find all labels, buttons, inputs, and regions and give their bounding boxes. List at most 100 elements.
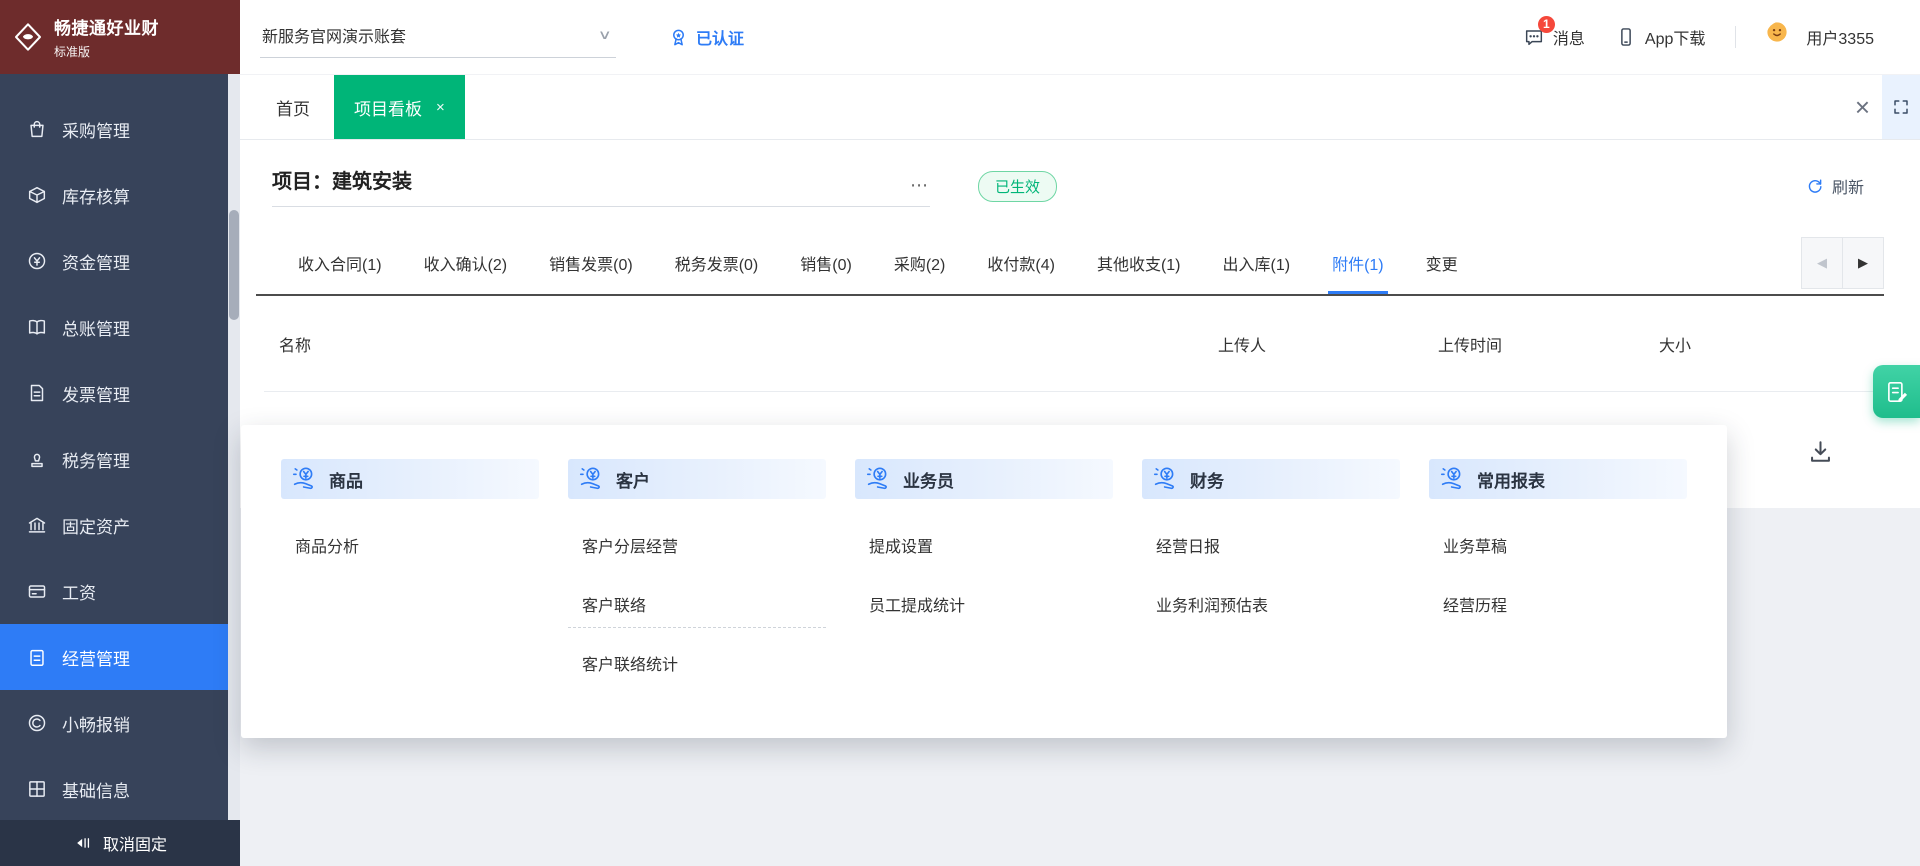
menu-col-goods: 商品 商品分析 xyxy=(281,459,539,738)
section-tab-income-contract[interactable]: 收入合同(1) xyxy=(298,232,382,294)
fullscreen-button[interactable] xyxy=(1882,75,1920,139)
sidebar-item-label: 总账管理 xyxy=(62,319,130,339)
app-download-label: App下载 xyxy=(1644,31,1706,48)
sidebar-item-invoice[interactable]: 发票管理 xyxy=(0,360,228,426)
user-menu[interactable]: 用户3355 xyxy=(1766,21,1874,53)
sidebar-item-fixed-assets[interactable]: 固定资产 xyxy=(0,492,228,558)
report-menu-popup: 商品 商品分析 客户 客户分层经营 客户联络 客户联络统计 业务员 提成设置 员… xyxy=(241,425,1727,738)
refresh-button[interactable]: 刷新 xyxy=(1806,174,1864,198)
invoice-icon xyxy=(26,382,48,404)
sidebar-item-general-ledger[interactable]: 总账管理 xyxy=(0,294,228,360)
section-tab-changes[interactable]: 变更 xyxy=(1426,232,1458,294)
section-tab-income-confirm[interactable]: 收入确认(2) xyxy=(424,232,508,294)
section-tab-payments[interactable]: 收付款(4) xyxy=(987,232,1055,294)
message-bubble-icon: 1 xyxy=(1523,16,1555,48)
menu-col-salesman-header: 业务员 xyxy=(855,459,1113,499)
header-actions: 1 消息 App下载 用户3355 xyxy=(1523,16,1874,53)
brand-name: 畅捷通好业财 xyxy=(54,19,159,38)
download-icon-button[interactable] xyxy=(1807,438,1834,465)
username: 用户3355 xyxy=(1806,31,1874,48)
account-set-label: 新服务官网演示账套 xyxy=(262,28,407,46)
sidebar-item-sales[interactable]: 销售管理 xyxy=(0,74,228,96)
menu-col-customers-header: 客户 xyxy=(568,459,826,499)
sidebar-item-label: 工资 xyxy=(62,583,96,603)
menu-item-business-history[interactable]: 经营历程 xyxy=(1429,580,1687,628)
messages-button[interactable]: 1 消息 xyxy=(1523,16,1585,49)
certified-label: 已认证 xyxy=(696,31,745,48)
menu-item-customer-tier[interactable]: 客户分层经营 xyxy=(568,521,826,569)
sidebar-item-label: 销售管理 xyxy=(62,74,130,76)
sidebar-item-label: 小畅报销 xyxy=(62,715,130,735)
section-tab-purchase[interactable]: 采购(2) xyxy=(894,232,946,294)
tab-home[interactable]: 首页 xyxy=(252,75,334,139)
status-badge: 已生效 xyxy=(978,170,1058,202)
sidebar-item-funds[interactable]: 资金管理 xyxy=(0,228,228,294)
sidebar-item-label: 库存核算 xyxy=(62,187,130,207)
menu-item-commission-settings[interactable]: 提成设置 xyxy=(855,521,1113,569)
purchase-bag-icon xyxy=(26,118,48,140)
section-tab-sales[interactable]: 销售(0) xyxy=(800,232,852,294)
more-actions-button[interactable]: ⋯ xyxy=(910,176,930,194)
project-header-row: 项目：建筑安装 ⋯ 已生效 刷新 xyxy=(240,140,1920,232)
hand-coin-icon xyxy=(1437,464,1467,494)
brand-logo-icon xyxy=(12,21,44,53)
sidebar-item-purchase[interactable]: 采购管理 xyxy=(0,96,228,162)
menu-item-employee-commission-stats[interactable]: 员工提成统计 xyxy=(855,580,1113,628)
menu-col-common-reports-header: 常用报表 xyxy=(1429,459,1687,499)
sidebar-item-label: 发票管理 xyxy=(62,385,130,405)
section-tab-sales-invoice[interactable]: 销售发票(0) xyxy=(549,232,633,294)
bank-building-icon xyxy=(26,514,48,536)
quick-form-float-button[interactable] xyxy=(1873,365,1920,418)
collapse-left-icon xyxy=(73,833,93,853)
account-set-dropdown[interactable]: 新服务官网演示账套 ∨ xyxy=(260,17,616,58)
section-tabs: 行 收入合同(1) 收入确认(2) 销售发票(0) 税务发票(0) 销售(0) … xyxy=(256,232,1793,294)
brand-edition: 标准版 xyxy=(54,45,91,59)
menu-item-goods-analysis[interactable]: 商品分析 xyxy=(281,521,539,569)
avatar xyxy=(1766,21,1798,53)
section-tab-other-income-expense[interactable]: 其他收支(1) xyxy=(1097,232,1181,294)
sidebar-item-tax[interactable]: 税务管理 xyxy=(0,426,228,492)
unpin-sidebar-button[interactable]: 取消固定 xyxy=(0,820,240,866)
project-name: 建筑安装 xyxy=(332,171,412,193)
sidebar-item-payroll[interactable]: 工资 xyxy=(0,558,228,624)
sidebar-item-label: 基础信息 xyxy=(62,781,130,801)
sidebar-item-label: 采购管理 xyxy=(62,121,130,141)
sidebar-item-reimburse[interactable]: 小畅报销 xyxy=(0,690,228,756)
menu-item-daily-report[interactable]: 经营日报 xyxy=(1142,521,1400,569)
menu-item-profit-forecast[interactable]: 业务利润预估表 xyxy=(1142,580,1400,628)
tab-close-icon[interactable]: × xyxy=(436,99,445,116)
menu-item-customer-contact-stats[interactable]: 客户联络统计 xyxy=(568,639,826,687)
menu-col-customers: 客户 客户分层经营 客户联络 客户联络统计 xyxy=(568,459,826,738)
sidebar-scrollbar[interactable] xyxy=(228,74,240,820)
close-panel-icon[interactable]: × xyxy=(1843,94,1882,120)
hand-coin-icon xyxy=(289,464,319,494)
main-area: 新服务官网演示账套 ∨ 已认证 1 消息 App下载 用户3355 首页 项目看… xyxy=(240,0,1920,866)
refresh-label: 刷新 xyxy=(1831,180,1864,197)
scroll-left-button[interactable]: ◀ xyxy=(1801,237,1843,289)
sidebar-item-business-mgmt[interactable]: 经营管理 xyxy=(0,624,228,690)
sidebar-item-inventory[interactable]: 库存核算 xyxy=(0,162,228,228)
menu-item-customer-contact[interactable]: 客户联络 xyxy=(568,580,826,628)
scroll-right-button[interactable]: ▶ xyxy=(1842,237,1884,289)
col-size-header: 大小 xyxy=(1659,337,1692,355)
menu-item-business-draft[interactable]: 业务草稿 xyxy=(1429,521,1687,569)
tab-project-board[interactable]: 项目看板 × xyxy=(334,75,465,139)
section-tab-tax-invoice[interactable]: 税务发票(0) xyxy=(675,232,759,294)
salary-card-icon xyxy=(26,580,48,602)
certified-badge[interactable]: 已认证 xyxy=(668,25,744,49)
unpin-label: 取消固定 xyxy=(102,837,167,854)
section-tab-in-out-warehouse[interactable]: 出入库(1) xyxy=(1223,232,1291,294)
top-header: 新服务官网演示账套 ∨ 已认证 1 消息 App下载 用户3355 xyxy=(240,0,1920,74)
sidebar-menu: 销售管理 采购管理 库存核算 资金管理 总账管理 发票管理 税务管理 固定资产 … xyxy=(0,74,228,820)
project-label: 项目： xyxy=(272,171,332,193)
app-download-button[interactable]: App下载 xyxy=(1615,25,1705,49)
project-title: 项目：建筑安装 ⋯ xyxy=(272,165,930,207)
sidebar-item-basic-info[interactable]: 基础信息 xyxy=(0,756,228,820)
section-tabs-scroll: ◀ ▶ xyxy=(1801,237,1884,289)
hand-coin-icon xyxy=(1150,464,1180,494)
fullscreen-icon xyxy=(1892,98,1910,116)
phone-icon xyxy=(1615,26,1637,48)
section-tab-attachments[interactable]: 附件(1) xyxy=(1328,232,1388,294)
tab-strip: 首页 项目看板 × × xyxy=(240,74,1920,140)
sidebar-scrollbar-thumb[interactable] xyxy=(229,210,239,320)
